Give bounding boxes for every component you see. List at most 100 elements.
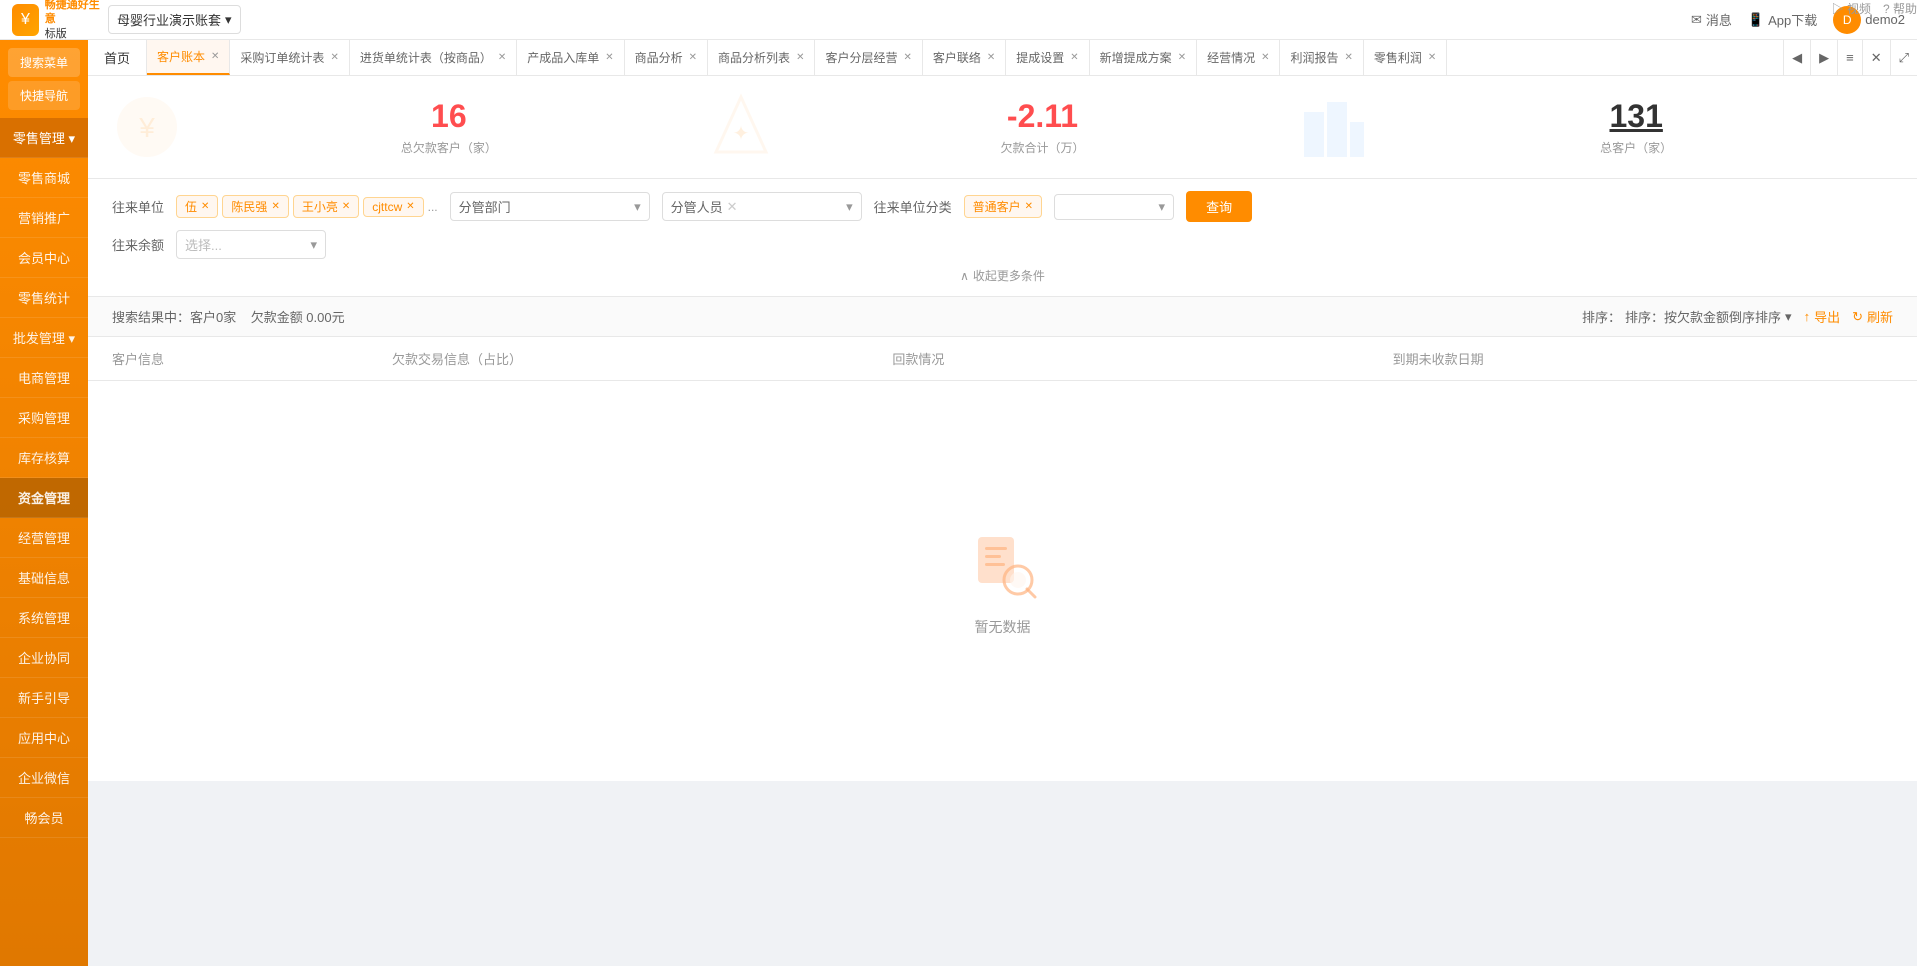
quick-nav-button[interactable]: 快捷导航 (8, 81, 80, 110)
sidebar-item-enterprise-collab[interactable]: 企业协同 (0, 638, 88, 678)
refresh-button[interactable]: ↻ 刷新 (1852, 307, 1893, 326)
sidebar-item-ecommerce[interactable]: 电商管理 (0, 358, 88, 398)
tab-next-button[interactable]: ▶ (1810, 40, 1837, 76)
tab-profit-report[interactable]: 利润报告 ✕ (1280, 40, 1363, 75)
sidebar-item-retail-mall[interactable]: 零售商城 (0, 158, 88, 198)
remove-tag-wang[interactable]: ✕ (342, 201, 350, 212)
category-select-dropdown[interactable]: ▾ (1054, 194, 1174, 220)
tab-product-inbound[interactable]: 产成品入库单 ✕ (517, 40, 624, 75)
tab-close-icon[interactable]: ✕ (796, 52, 804, 63)
chevron-down-icon: ▾ (1159, 199, 1166, 215)
tab-close-icon[interactable]: ✕ (1345, 52, 1353, 63)
sidebar-item-retail-mgmt[interactable]: 零售管理 ▾ (0, 118, 88, 158)
person-select[interactable]: 分管人员 ✕ ▾ (662, 192, 862, 221)
tab-operations[interactable]: 经营情况 ✕ (1197, 40, 1280, 75)
more-tags-button[interactable]: ... (428, 200, 438, 214)
tab-close-icon[interactable]: ✕ (605, 52, 613, 63)
tab-close-icon[interactable]: ✕ (1178, 52, 1186, 63)
tab-close-icon[interactable]: ✕ (1070, 52, 1078, 63)
tab-home[interactable]: 首页 (88, 40, 147, 75)
collapse-button[interactable]: ∧ 收起更多条件 (112, 267, 1893, 284)
tab-new-commission[interactable]: 新增提成方案 ✕ (1090, 40, 1197, 75)
tab-close-icon[interactable]: ✕ (330, 52, 338, 63)
sidebar-item-new-guide[interactable]: 新手引导 (0, 678, 88, 718)
remove-tag-chen[interactable]: ✕ (271, 201, 279, 212)
sidebar-item-finance[interactable]: 资金管理 (0, 478, 88, 518)
search-menu-button[interactable]: 搜索菜单 (8, 48, 80, 77)
filter-row-1: 往来单位 伍 ✕ 陈民强 ✕ 王小亮 ✕ (112, 191, 1893, 222)
tab-close-icon[interactable]: ✕ (689, 52, 697, 63)
clear-person-icon[interactable]: ✕ (727, 199, 738, 215)
balance-select[interactable]: 选择... ▾ (176, 230, 326, 259)
tab-nav-buttons: ◀ ▶ ≡ ✕ ⤢ (1783, 40, 1917, 76)
tab-customer-contact[interactable]: 客户联络 ✕ (923, 40, 1006, 75)
sidebar-item-retail-stats[interactable]: 零售统计 (0, 278, 88, 318)
tab-customer-account[interactable]: 客户账本 ✕ (147, 40, 230, 75)
tab-customer-tier[interactable]: 客户分层经营 ✕ (815, 40, 922, 75)
tab-close-icon[interactable]: ✕ (498, 52, 506, 63)
remove-tag-wu[interactable]: ✕ (201, 201, 209, 212)
sidebar-item-app-center[interactable]: 应用中心 (0, 718, 88, 758)
sidebar-item-purchase[interactable]: 采购管理 (0, 398, 88, 438)
chevron-icon: ▾ (69, 131, 76, 146)
remove-category-tag[interactable]: ✕ (1025, 201, 1033, 212)
tab-close-icon[interactable]: ✕ (1261, 52, 1269, 63)
message-button[interactable]: ✉ 消息 (1691, 10, 1732, 29)
sidebar-item-operations[interactable]: 经营管理 (0, 518, 88, 558)
tab-product-analysis[interactable]: 商品分析 ✕ (625, 40, 708, 75)
tab-close-icon[interactable]: ✕ (987, 52, 995, 63)
empty-illustration (963, 525, 1043, 605)
tab-purchase-order-stats[interactable]: 采购订单统计表 ✕ (230, 40, 349, 75)
sidebar-item-wechat[interactable]: 企业微信 (0, 758, 88, 798)
sidebar-item-inventory[interactable]: 库存核算 (0, 438, 88, 478)
empty-text: 暂无数据 (975, 617, 1031, 637)
main-layout: 搜索菜单 快捷导航 零售管理 ▾ 零售商城 营销推广 会员中心 零售统计 批发管… (0, 40, 1917, 966)
remove-tag-cjttcw[interactable]: ✕ (406, 201, 414, 212)
tab-prev-button[interactable]: ◀ (1783, 40, 1810, 76)
chevron-icon: ▾ (69, 331, 76, 346)
col-debt-info: 欠款交易信息（占比） (392, 349, 892, 368)
department-select[interactable]: 分管部门 ▾ (450, 192, 650, 221)
export-icon: ↑ (1804, 309, 1811, 324)
tab-purchase-stats-product[interactable]: 进货单统计表（按商品） ✕ (350, 40, 517, 75)
tab-retail-profit[interactable]: 零售利润 ✕ (1364, 40, 1447, 75)
content-area: 首页 客户账本 ✕ 采购订单统计表 ✕ 进货单统计表（按商品） ✕ 产成品入库单… (88, 40, 1917, 966)
sidebar-item-system[interactable]: 系统管理 (0, 598, 88, 638)
results-info: 搜索结果中：客户0家 欠款金额 0.00元 (112, 307, 345, 326)
tab-commission-setting[interactable]: 提成设置 ✕ (1006, 40, 1089, 75)
tab-bar: 首页 客户账本 ✕ 采购订单统计表 ✕ 进货单统计表（按商品） ✕ 产成品入库单… (88, 40, 1917, 76)
download-icon: 📱 (1748, 12, 1764, 28)
sidebar-item-member-center[interactable]: 会员中心 (0, 238, 88, 278)
sidebar-item-wholesale-mgmt[interactable]: 批发管理 ▾ (0, 318, 88, 358)
unit-tag-group: 伍 ✕ 陈民强 ✕ 王小亮 ✕ cjttcw ✕ (176, 195, 438, 218)
unit-tag-wang: 王小亮 ✕ (293, 195, 359, 218)
chevron-up-icon: ∧ (960, 269, 969, 283)
tab-close-all-button[interactable]: ✕ (1862, 40, 1890, 76)
sidebar-item-member[interactable]: 畅会员 (0, 798, 88, 838)
tab-close-icon[interactable]: ✕ (903, 52, 911, 63)
logo-icon: ¥ (12, 4, 39, 36)
stat-debt-total: -2.11 欠款合计（万） (786, 98, 1300, 156)
sidebar-item-basic-info[interactable]: 基础信息 (0, 558, 88, 598)
sort-select[interactable]: 排序： 排序：按欠款金额倒序排序 ▾ (1582, 307, 1792, 326)
stat-bg-icon-right (1299, 92, 1379, 162)
account-selector[interactable]: 母婴行业演示账套 ▾ (108, 5, 241, 34)
logo-text: 畅捷通好生意 标版 (45, 0, 100, 41)
tab-menu-button[interactable]: ≡ (1837, 40, 1862, 76)
app-download-button[interactable]: 📱 App下载 (1748, 10, 1817, 29)
table-body: 暂无数据 (88, 381, 1917, 781)
sidebar-item-marketing[interactable]: 营销推广 (0, 198, 88, 238)
tab-expand-button[interactable]: ⤢ (1890, 40, 1917, 76)
unit-tag-wu: 伍 ✕ (176, 195, 218, 218)
sort-label: 排序： (1582, 307, 1621, 326)
unit-category-label: 往来单位分类 (874, 197, 952, 216)
chevron-down-icon: ▾ (634, 199, 641, 215)
query-button[interactable]: 查询 (1186, 191, 1252, 222)
tab-product-analysis-list[interactable]: 商品分析列表 ✕ (708, 40, 815, 75)
message-icon: ✉ (1691, 12, 1702, 28)
export-button[interactable]: ↑ 导出 (1804, 307, 1841, 326)
stat-total-debt-customers: 16 总欠款客户（家） (192, 98, 706, 156)
empty-state: 暂无数据 (963, 525, 1043, 637)
tab-close-icon[interactable]: ✕ (211, 51, 219, 62)
tab-close-icon[interactable]: ✕ (1428, 52, 1436, 63)
